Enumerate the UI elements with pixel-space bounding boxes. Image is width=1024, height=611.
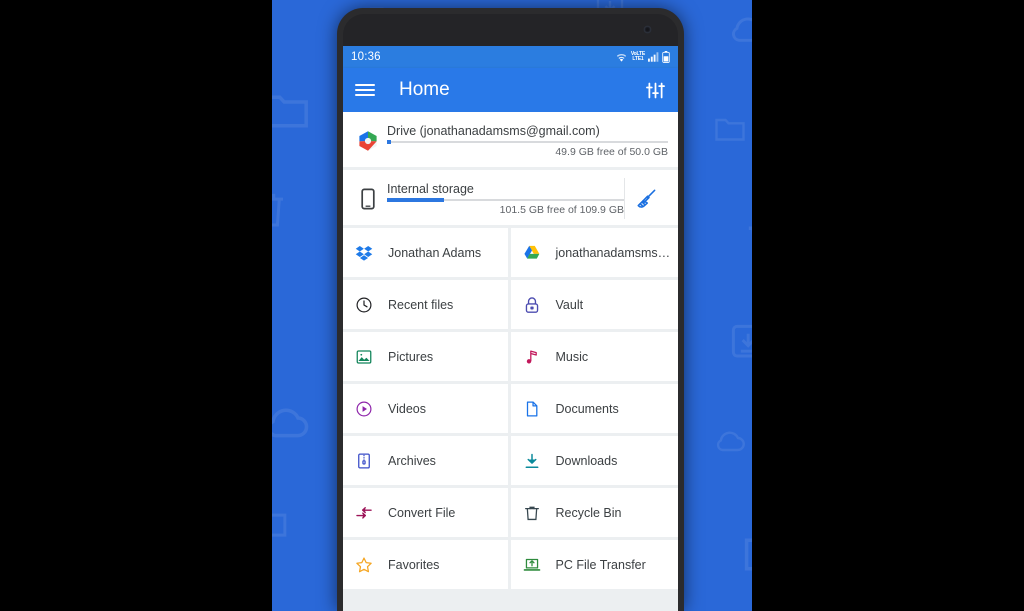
status-bar-icons: VoLTE LTE1 — [615, 51, 670, 63]
wifi-icon — [615, 52, 628, 63]
tile-recent-files[interactable]: Recent files — [343, 280, 511, 332]
tile-label: Archives — [388, 453, 436, 468]
tile-recycle-bin[interactable]: Recycle Bin — [510, 488, 678, 540]
download-icon — [523, 452, 549, 470]
tile-pictures[interactable]: Pictures — [343, 332, 511, 384]
wallpaper-folder-icon — [740, 527, 752, 580]
wallpaper-download-box-icon — [726, 319, 752, 363]
wallpaper-cloud-icon — [726, 7, 752, 51]
convert-file-icon — [355, 504, 381, 522]
wallpaper-cloud-icon — [712, 423, 748, 459]
storage-subtitle: 49.9 GB free of 50.0 GB — [555, 145, 668, 158]
tile-label: Recycle Bin — [555, 505, 622, 520]
google-drive-icon — [523, 244, 549, 262]
tile-label: Jonathan Adams — [388, 245, 482, 260]
storage-progress-bar — [387, 197, 624, 202]
archive-zip-icon — [355, 452, 381, 470]
storage-card-internal[interactable]: Internal storage 101.5 GB free of 109.9 … — [343, 170, 678, 225]
tile-label: Videos — [388, 401, 426, 416]
tile-music[interactable]: Music — [510, 332, 678, 384]
status-bar-time: 10:36 — [351, 51, 381, 63]
storage-body-internal: Internal storage 101.5 GB free of 109.9 … — [383, 182, 624, 216]
broom-clean-icon[interactable] — [624, 178, 668, 219]
tile-label: Vault — [555, 297, 584, 312]
tile-videos[interactable]: Videos — [343, 384, 511, 436]
wallpaper-cloud-icon — [272, 396, 313, 449]
page-title: Home — [399, 79, 450, 100]
tile-label: Favorites — [388, 557, 440, 572]
video-play-icon — [355, 400, 381, 418]
hamburger-menu-icon[interactable] — [355, 84, 375, 96]
recycle-bin-icon — [523, 504, 549, 522]
tile-vault[interactable]: Vault — [510, 280, 678, 332]
tune-sliders-icon[interactable] — [645, 80, 666, 101]
storage-subtitle: 101.5 GB free of 109.9 GB — [499, 203, 624, 216]
wallpaper-trash-icon — [740, 215, 752, 268]
tile-label: Convert File — [388, 505, 456, 520]
drive-cloud-icon — [353, 129, 383, 153]
signal-bars-icon — [648, 52, 659, 62]
tile-dropbox[interactable]: Jonathan Adams — [343, 228, 511, 280]
tile-archives[interactable]: Archives — [343, 436, 511, 488]
wallpaper-trash-icon — [272, 188, 290, 232]
tile-label: Music — [555, 349, 589, 364]
tile-google-drive[interactable]: jonathanadamsms@... — [510, 228, 679, 280]
tile-favorites[interactable]: Favorites — [343, 540, 511, 592]
phone-storage-icon — [353, 187, 383, 211]
volte-indicator: VoLTE LTE1 — [630, 51, 645, 62]
app-toolbar: Home — [343, 68, 678, 112]
storage-body-drive: Drive (jonathanadamsms@gmail.com) 49.9 G… — [383, 124, 668, 158]
phone-screen: 10:36 VoLTE LTE1 Home Drive (jonathanada… — [343, 46, 678, 611]
document-icon — [523, 400, 549, 418]
tile-pc-file-transfer[interactable]: PC File Transfer — [510, 540, 678, 592]
tile-label: Downloads — [555, 453, 618, 468]
wallpaper-folder-icon — [712, 111, 748, 147]
storage-progress-fill — [387, 139, 392, 144]
home-content: Drive (jonathanadamsms@gmail.com) 49.9 G… — [343, 112, 678, 611]
tile-convert-file[interactable]: Convert File — [343, 488, 511, 540]
tile-label: jonathanadamsms@... — [555, 245, 679, 260]
storage-title: Drive (jonathanadamsms@gmail.com) — [387, 123, 600, 138]
storage-card-drive[interactable]: Drive (jonathanadamsms@gmail.com) 49.9 G… — [343, 112, 678, 167]
clock-icon — [355, 296, 381, 314]
lock-vault-icon — [523, 296, 549, 314]
tile-label: Documents — [555, 401, 619, 416]
storage-title: Internal storage — [387, 181, 474, 196]
music-note-icon — [523, 348, 549, 366]
storage-progress-bar — [387, 139, 668, 144]
tile-downloads[interactable]: Downloads — [510, 436, 678, 488]
shortcut-grid: Jonathan Adams jonathanadamsms@... Recen… — [343, 228, 678, 592]
front-camera-icon — [644, 26, 651, 33]
tile-label: Pictures — [388, 349, 434, 364]
tile-label: PC File Transfer — [555, 557, 646, 572]
pc-transfer-icon — [523, 556, 549, 574]
tile-label: Recent files — [388, 297, 454, 312]
storage-progress-fill — [387, 197, 444, 202]
dropbox-icon — [355, 244, 381, 262]
screenshot-stage: 10:36 VoLTE LTE1 Home Drive (jonathanada… — [0, 0, 1024, 611]
wallpaper-folder-icon — [272, 500, 290, 544]
battery-icon — [662, 51, 670, 63]
tile-documents[interactable]: Documents — [510, 384, 678, 436]
star-favorites-icon — [355, 556, 381, 574]
phone-device-frame: 10:36 VoLTE LTE1 Home Drive (jonathanada… — [337, 8, 684, 611]
status-bar: 10:36 VoLTE LTE1 — [343, 46, 678, 68]
wallpaper-folder-icon — [272, 84, 313, 137]
pictures-icon — [355, 348, 381, 366]
